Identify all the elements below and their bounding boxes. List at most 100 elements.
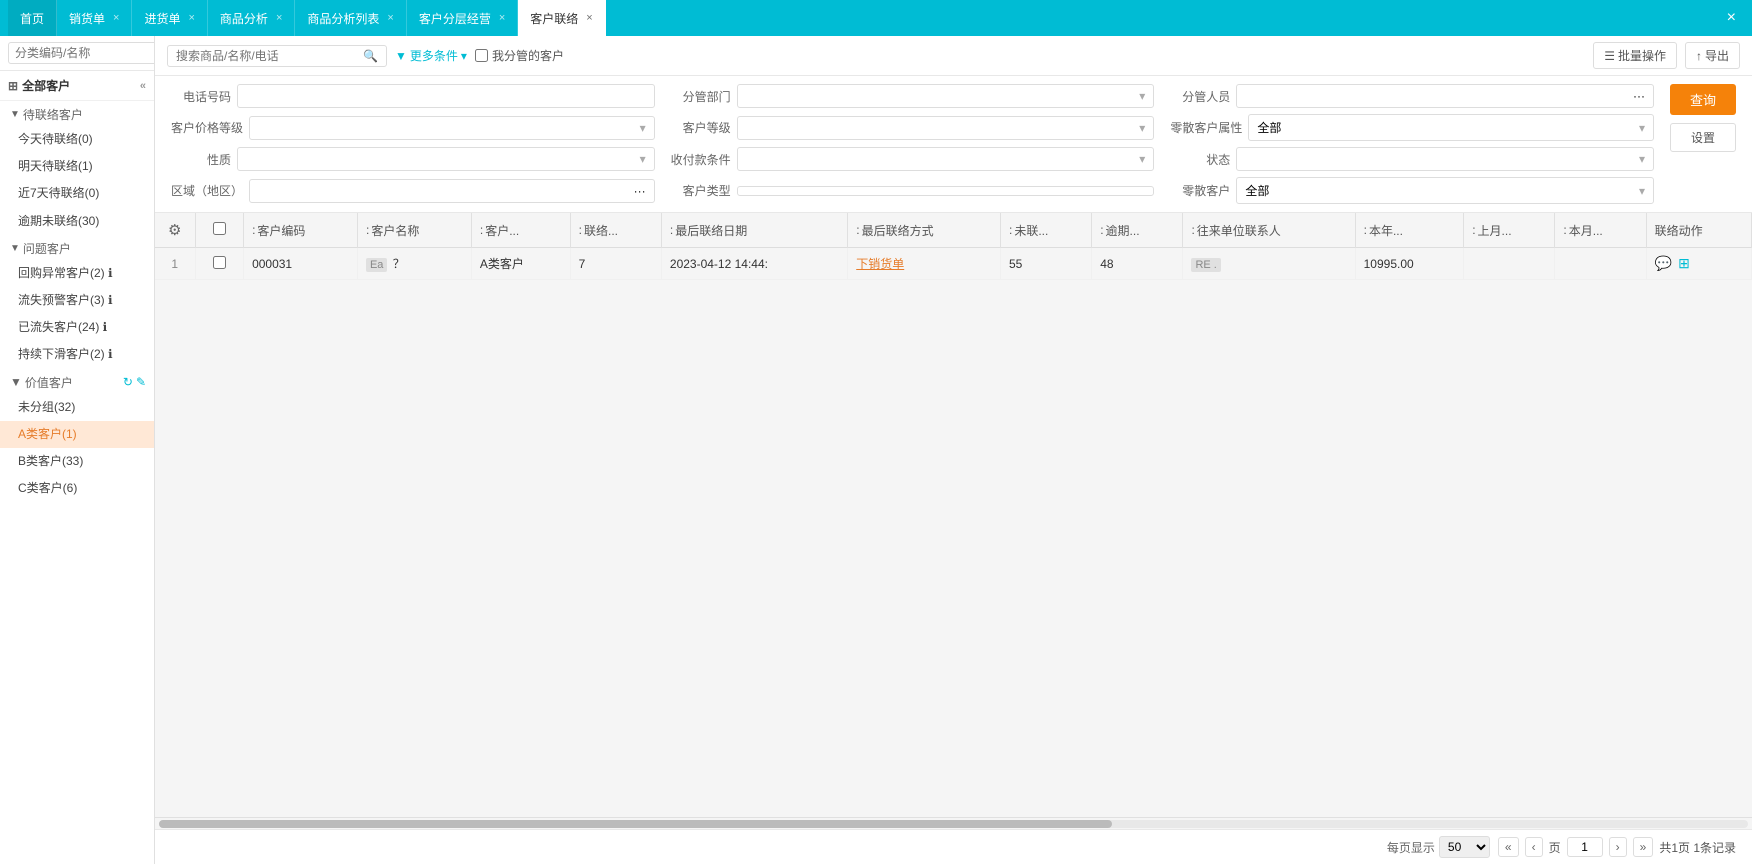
batch-operation-button[interactable]: ☰ 批量操作 xyxy=(1593,42,1677,69)
page-number-input[interactable] xyxy=(1567,837,1603,857)
sidebar-item-ungroup[interactable]: 未分组(32) xyxy=(0,394,154,421)
per-page-label: 每页显示 xyxy=(1387,839,1435,856)
chevron-down-icon5: ▾ xyxy=(640,152,646,166)
td-last-month xyxy=(1464,248,1555,280)
horizontal-scrollbar[interactable] xyxy=(155,817,1752,829)
sidebar-all-customers-header[interactable]: ⊞ 全部客户 « xyxy=(0,71,154,101)
scroll-track xyxy=(159,820,1748,828)
close-all-tabs-button[interactable]: × xyxy=(1719,9,1744,27)
sidebar-item-churned[interactable]: 已流失客户(24) ℹ xyxy=(0,314,154,341)
filter-retail-attr: 零散客户属性 全部▾ xyxy=(1170,114,1654,141)
gear-icon[interactable]: ⚙ xyxy=(168,222,181,239)
tab-customer-tier-close[interactable]: × xyxy=(499,12,505,24)
sidebar-item-c-class[interactable]: C类客户(6) xyxy=(0,475,154,502)
td-checkbox xyxy=(195,248,244,280)
filter-region-input[interactable]: ··· xyxy=(249,179,655,203)
tab-customer-tier[interactable]: 客户分层经营 × xyxy=(407,0,518,36)
search-icon[interactable]: 🔍 xyxy=(363,49,378,63)
search-input[interactable] xyxy=(176,49,359,63)
edit-icon[interactable]: ✎ xyxy=(136,375,146,389)
td-last-date: 2023-04-12 14:44: xyxy=(661,248,847,280)
filter-icon: ▼ xyxy=(395,49,407,63)
last-page-button[interactable]: » xyxy=(1633,837,1654,857)
tab-goods-analysis[interactable]: 商品分析 × xyxy=(208,0,295,36)
sidebar-item-a-class[interactable]: A类客户(1) xyxy=(0,421,154,448)
sidebar-item-declining[interactable]: 持续下滑客户(2) ℹ xyxy=(0,341,154,368)
filter-row-1: 电话号码 分管部门 ▾ 分管人员 ··· xyxy=(171,84,1654,108)
more-filters-button[interactable]: ▼ 更多条件 ▾ xyxy=(395,47,467,64)
my-customers-checkbox[interactable] xyxy=(475,49,488,62)
tab-purchase-close[interactable]: × xyxy=(188,12,194,24)
th-last-date-separator: : xyxy=(670,223,673,237)
per-page-select[interactable]: 50 100 200 xyxy=(1439,836,1490,858)
qr-icon[interactable]: ⊞ xyxy=(1678,255,1690,272)
export-button[interactable]: ↑ 导出 xyxy=(1685,42,1740,69)
th-name-label: 客户名称 xyxy=(371,222,419,239)
sidebar-group-value[interactable]: ▼ 价值客户 ↻ ✎ xyxy=(0,369,154,394)
tab-sales-close[interactable]: × xyxy=(113,12,119,24)
sidebar-item-repurchase-anomaly[interactable]: 回购异常客户(2) ℹ xyxy=(0,260,154,287)
sidebar-collapse-button[interactable]: « xyxy=(140,80,146,92)
filter-row-2: 客户价格等级 ▾ 客户等级 ▾ 零散客户属性 xyxy=(171,114,1654,141)
sidebar-item-b-class[interactable]: B类客户(33) xyxy=(0,448,154,475)
sidebar-group-pending-label: 待联络客户 xyxy=(23,106,83,123)
filter-phone-input[interactable] xyxy=(237,84,655,108)
table-body: 1 000031 Ea ？ A类客户 7 2023-04-12 14:44: xyxy=(155,248,1752,280)
filter-manager: 分管人员 ··· xyxy=(1170,84,1654,108)
sidebar-item-7days[interactable]: 近7天待联络(0) xyxy=(0,180,154,207)
last-method-link[interactable]: 下销货单 xyxy=(856,257,904,271)
refresh-icon[interactable]: ↻ xyxy=(123,375,133,389)
sidebar-item-tomorrow[interactable]: 明天待联络(1) xyxy=(0,153,154,180)
filter-customer-type-input[interactable] xyxy=(737,186,1155,196)
tab-home[interactable]: 首页 xyxy=(8,0,57,36)
filter-retail-customer-select[interactable]: 全部▾ xyxy=(1236,177,1654,204)
my-customers-label: 我分管的客户 xyxy=(492,47,564,64)
chevron-down-icon6: ▾ xyxy=(1139,152,1145,166)
tab-customer-contact[interactable]: 客户联络 × xyxy=(518,0,605,36)
tab-goods-list-close[interactable]: × xyxy=(387,12,393,24)
row-checkbox[interactable] xyxy=(213,256,226,269)
tab-purchase[interactable]: 进货单 × xyxy=(132,0,207,36)
grid-icon: ⊞ xyxy=(8,79,18,93)
th-contact-label: 联络... xyxy=(584,222,618,239)
chevron-down-icon2: ▾ xyxy=(640,121,646,135)
sidebar-group-problem[interactable]: ▼ 问题客户 xyxy=(0,235,154,260)
filter-row-4: 区域（地区） ··· 客户类型 零散客户 xyxy=(171,177,1654,204)
filter-price-select[interactable]: ▾ xyxy=(249,116,655,140)
tab-goods-analysis-close[interactable]: × xyxy=(276,12,282,24)
filter-dept-select[interactable]: ▾ xyxy=(737,84,1155,108)
td-contact2: RE . xyxy=(1183,248,1355,280)
sidebar-item-today[interactable]: 今天待联络(0) xyxy=(0,126,154,153)
th-overdue-separator: : xyxy=(1100,223,1103,237)
filter-manager-input[interactable]: ··· xyxy=(1236,84,1654,108)
query-button[interactable]: 查询 xyxy=(1670,84,1736,115)
next-page-button[interactable]: › xyxy=(1609,837,1627,857)
filter-retail-attr-select[interactable]: 全部▾ xyxy=(1248,114,1654,141)
table-header-row: ⚙ :客户编码 :客户名称 :客户... xyxy=(155,213,1752,248)
sidebar-item-churn-warning[interactable]: 流失预警客户(3) ℹ xyxy=(0,287,154,314)
filter-nature-select[interactable]: ▾ xyxy=(237,147,655,171)
prev-page-button[interactable]: ‹ xyxy=(1525,837,1543,857)
scroll-thumb[interactable] xyxy=(159,820,1112,828)
first-page-button[interactable]: « xyxy=(1498,837,1519,857)
th-this-month-separator: : xyxy=(1563,223,1566,237)
filter-customer-level-select[interactable]: ▾ xyxy=(737,116,1155,140)
th-last-method: :最后联络方式 xyxy=(848,213,1001,248)
th-this-year: :本年... xyxy=(1355,213,1464,248)
th-name-separator: : xyxy=(366,223,369,237)
sidebar-search-input[interactable] xyxy=(8,42,155,64)
tab-customer-contact-close[interactable]: × xyxy=(586,12,592,24)
total-info: 共1页 1条记录 xyxy=(1659,839,1736,856)
tab-sales[interactable]: 销货单 × xyxy=(57,0,132,36)
filter-status-select[interactable]: ▾ xyxy=(1236,147,1654,171)
message-icon[interactable]: 💬 xyxy=(1655,255,1672,272)
sidebar-group-pending[interactable]: ▼ 待联络客户 xyxy=(0,101,154,126)
td-overdue: 48 xyxy=(1092,248,1183,280)
sidebar-item-overdue[interactable]: 逾期未联络(30) xyxy=(0,208,154,235)
tab-goods-list[interactable]: 商品分析列表 × xyxy=(295,0,406,36)
th-last-month-label: 上月... xyxy=(1478,222,1512,239)
tab-goods-analysis-label: 商品分析 xyxy=(220,10,268,27)
select-all-checkbox[interactable] xyxy=(213,222,226,235)
filter-payment-select[interactable]: ▾ xyxy=(737,147,1155,171)
settings-button[interactable]: 设置 xyxy=(1670,123,1736,152)
